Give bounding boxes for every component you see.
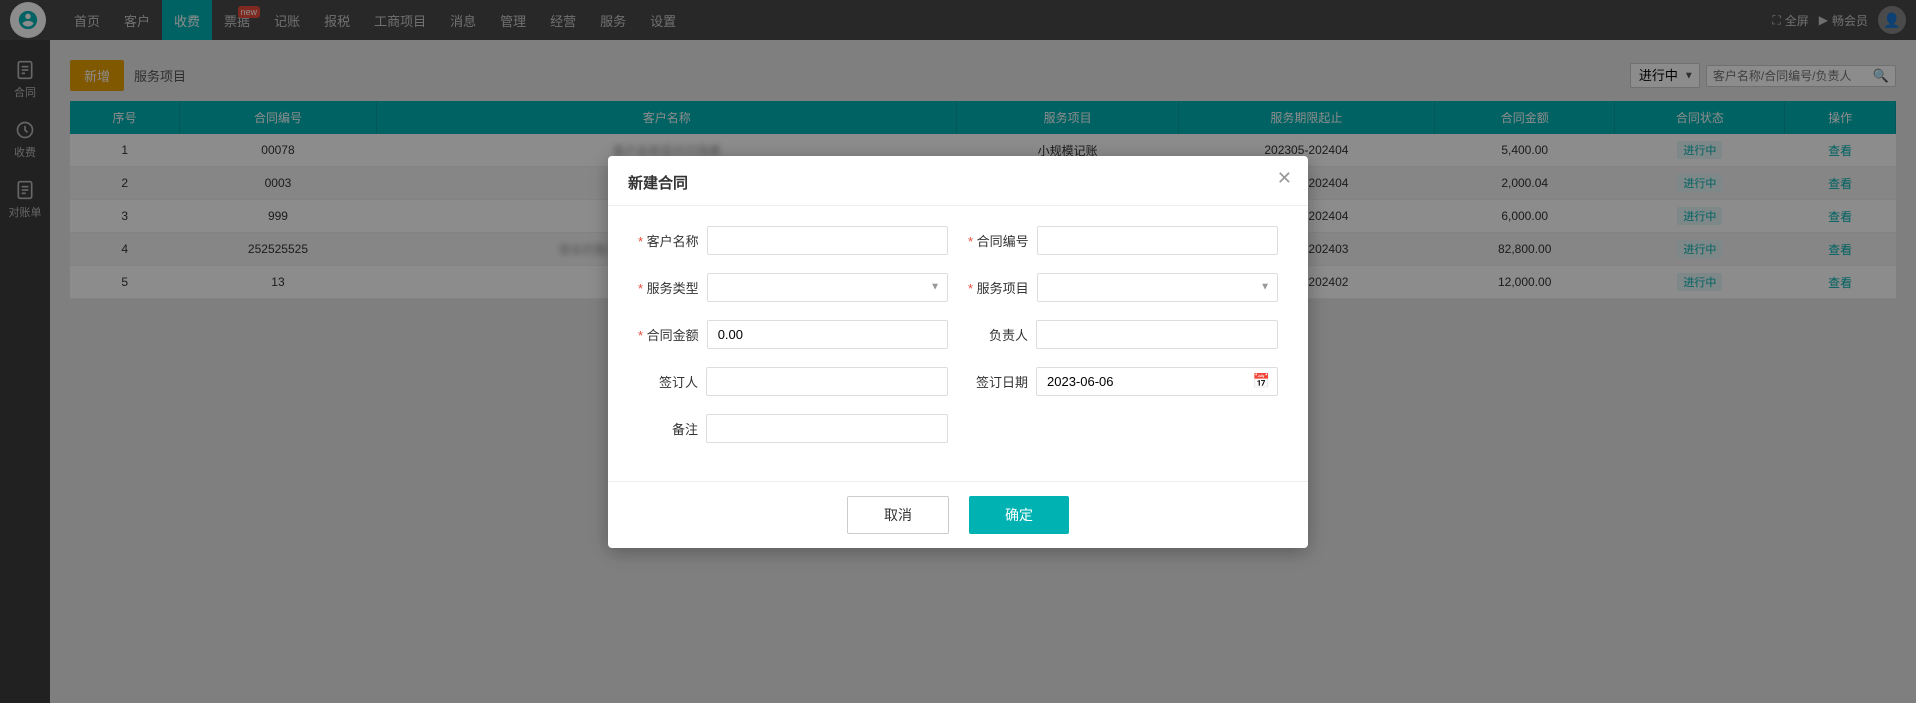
contract-amount-label: 合同金额 (638, 325, 699, 344)
responsible-input[interactable] (1036, 320, 1278, 349)
form-row-2: 服务类型 ▼ 服务项目 ▼ (638, 273, 1278, 302)
service-type-select-wrapper: ▼ (707, 273, 948, 302)
service-type-group: 服务类型 ▼ (638, 273, 948, 302)
form-row-1: 客户名称 合同编号 (638, 226, 1278, 255)
sign-date-label: 签订日期 (968, 372, 1028, 391)
new-contract-modal: 新建合同 ✕ 客户名称 合同编号 服务类型 (608, 156, 1308, 548)
service-item-label: 服务项目 (968, 278, 1029, 297)
contract-no-input[interactable] (1037, 226, 1278, 255)
remark-label: 备注 (638, 419, 698, 438)
contract-no-group: 合同编号 (968, 226, 1278, 255)
form-row-3: 合同金额 负责人 (638, 320, 1278, 349)
modal-footer: 取消 确定 (608, 481, 1308, 548)
sign-date-group: 签订日期 📅 (968, 367, 1278, 396)
modal-overlay[interactable]: 新建合同 ✕ 客户名称 合同编号 服务类型 (0, 0, 1916, 703)
signer-input[interactable] (706, 367, 948, 396)
remark-group: 备注 (638, 414, 948, 443)
cancel-button[interactable]: 取消 (847, 496, 949, 534)
service-type-label: 服务类型 (638, 278, 699, 297)
contract-amount-group: 合同金额 (638, 320, 948, 349)
confirm-button[interactable]: 确定 (969, 496, 1069, 534)
sign-date-input[interactable] (1036, 367, 1278, 396)
service-item-select-wrapper: ▼ (1037, 273, 1278, 302)
service-type-select[interactable] (707, 273, 948, 302)
sign-date-wrapper: 📅 (1036, 367, 1278, 396)
responsible-label: 负责人 (968, 325, 1028, 344)
customer-name-label: 客户名称 (638, 231, 699, 250)
modal-body: 客户名称 合同编号 服务类型 ▼ 服务项目 (608, 206, 1308, 481)
form-row-5: 备注 (638, 414, 1278, 443)
signer-label: 签订人 (638, 372, 698, 391)
customer-name-group: 客户名称 (638, 226, 948, 255)
modal-close-button[interactable]: ✕ (1277, 168, 1292, 189)
service-item-select[interactable] (1037, 273, 1278, 302)
remark-input[interactable] (706, 414, 948, 443)
service-item-group: 服务项目 ▼ (968, 273, 1278, 302)
customer-name-input[interactable] (707, 226, 948, 255)
responsible-group: 负责人 (968, 320, 1278, 349)
modal-title: 新建合同 (628, 175, 688, 192)
form-row-4: 签订人 签订日期 📅 (638, 367, 1278, 396)
signer-group: 签订人 (638, 367, 948, 396)
modal-header: 新建合同 ✕ (608, 156, 1308, 206)
contract-no-label: 合同编号 (968, 231, 1029, 250)
contract-amount-input[interactable] (707, 320, 948, 349)
